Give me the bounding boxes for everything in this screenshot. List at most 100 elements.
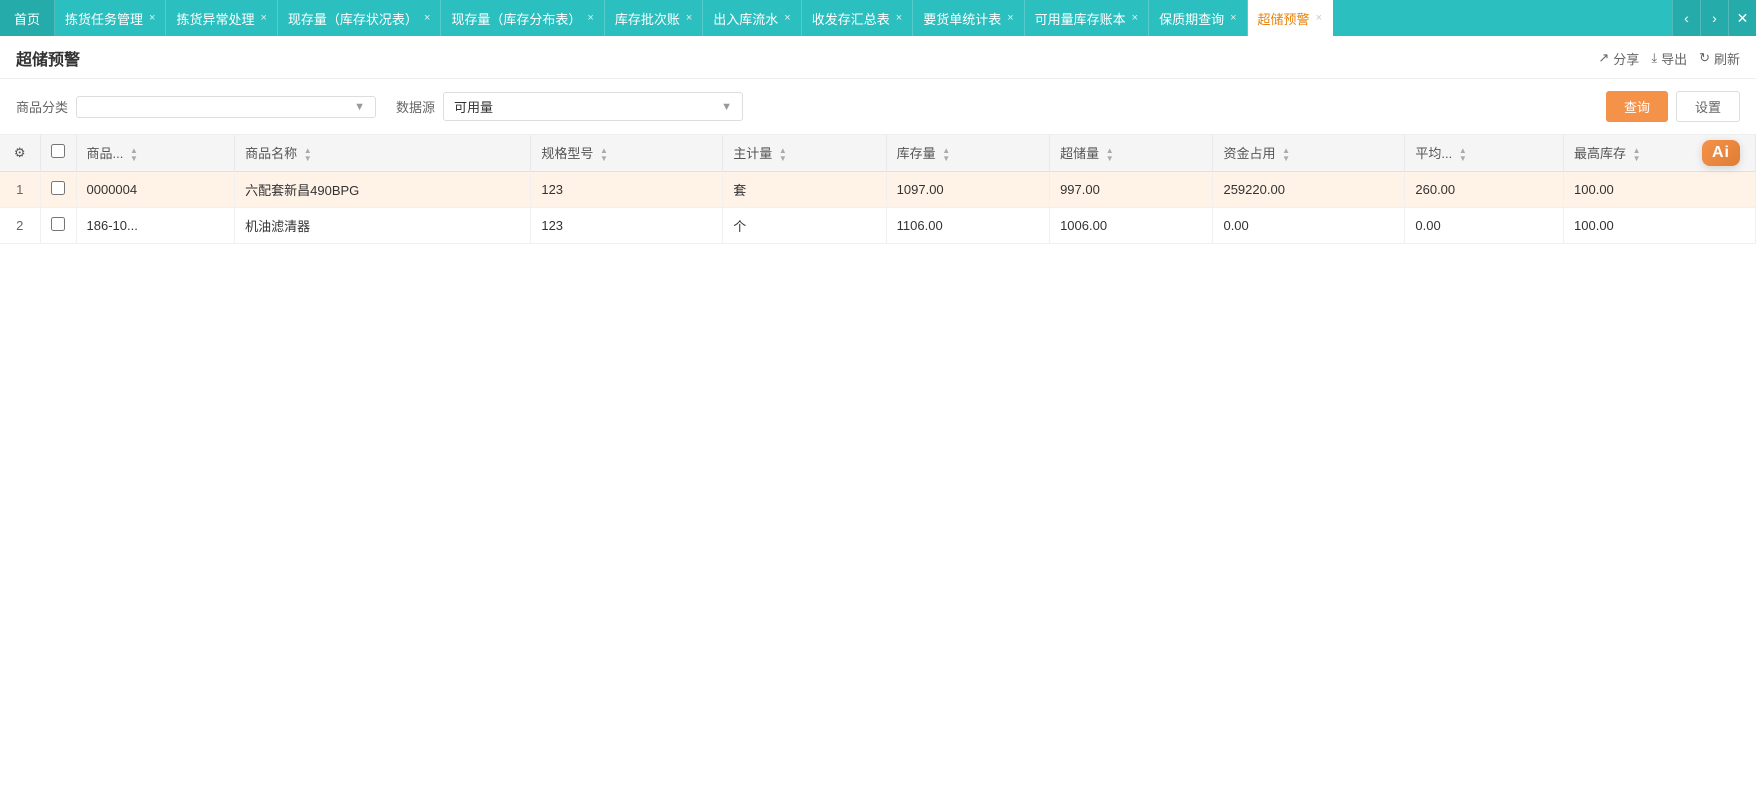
- col-stock-sort: ▲▼: [942, 147, 950, 163]
- nav-tab-tab-11[interactable]: 超储预警 ×: [1248, 0, 1333, 36]
- col-over-header[interactable]: 超储量 ▲▼: [1050, 135, 1213, 171]
- tab-label: 超储预警: [1258, 9, 1310, 28]
- col-stock-header[interactable]: 库存量 ▲▼: [886, 135, 1049, 171]
- nav-home[interactable]: 首页: [0, 0, 55, 36]
- nav-tab-tab-3[interactable]: 现存量（库存状况表）×: [278, 0, 441, 36]
- page-title: 超储预警: [16, 46, 80, 70]
- col-code-sort: ▲▼: [130, 147, 138, 163]
- tab-close-icon[interactable]: ×: [260, 12, 266, 24]
- filter-row: 商品分类 ▼ 数据源 可用量 ▼ 查询 设置: [0, 79, 1756, 135]
- col-checkbox-header: [40, 135, 76, 171]
- tab-close-icon[interactable]: ×: [784, 12, 790, 24]
- col-unit-label: 主计量: [733, 146, 772, 161]
- nav-close-arrow[interactable]: ✕: [1728, 0, 1756, 36]
- nav-tab-tab-9[interactable]: 可用量库存账本×: [1025, 0, 1149, 36]
- col-gear[interactable]: ⚙: [0, 135, 40, 171]
- refresh-button[interactable]: ↻ 刷新: [1699, 49, 1740, 68]
- col-capital-sort: ▲▼: [1282, 147, 1290, 163]
- row-spec: 123: [531, 207, 723, 243]
- ai-badge[interactable]: Ai: [1702, 140, 1740, 166]
- share-label: 分享: [1613, 49, 1639, 68]
- row-number: 1: [0, 171, 40, 207]
- col-unit-sort: ▲▼: [779, 147, 787, 163]
- tab-label: 保质期查询: [1159, 9, 1224, 28]
- nav-tab-tab-1[interactable]: 拣货任务管理 ×: [55, 0, 166, 36]
- home-label: 首页: [14, 9, 40, 28]
- query-button[interactable]: 查询: [1606, 91, 1668, 122]
- col-spec-header[interactable]: 规格型号 ▲▼: [531, 135, 723, 171]
- col-capital-label: 资金占用: [1223, 146, 1275, 161]
- export-button[interactable]: ⤓ 导出: [1651, 49, 1687, 68]
- tab-close-icon[interactable]: ×: [424, 12, 430, 24]
- col-max-label: 最高库存: [1574, 146, 1626, 161]
- nav-tab-tab-10[interactable]: 保质期查询 ×: [1149, 0, 1247, 36]
- tab-close-icon[interactable]: ×: [1132, 12, 1138, 24]
- tab-close-icon[interactable]: ×: [587, 12, 593, 24]
- nav-tab-tab-6[interactable]: 出入库流水 ×: [703, 0, 801, 36]
- tab-label: 要货单统计表: [923, 9, 1001, 28]
- tab-close-icon[interactable]: ×: [686, 12, 692, 24]
- nav-prev-arrow[interactable]: ‹: [1672, 0, 1700, 36]
- col-stock-label: 库存量: [897, 146, 936, 161]
- filter-actions: 查询 设置: [1606, 91, 1740, 122]
- datasource-select[interactable]: 可用量 ▼: [443, 92, 743, 121]
- col-over-sort: ▲▼: [1106, 147, 1114, 163]
- tab-close-icon[interactable]: ×: [1316, 12, 1322, 24]
- col-name-header[interactable]: 商品名称 ▲▼: [235, 135, 531, 171]
- col-avg-label: 平均...: [1415, 146, 1452, 161]
- row-number: 2: [0, 207, 40, 243]
- tab-close-icon[interactable]: ×: [1230, 12, 1236, 24]
- col-spec-label: 规格型号: [541, 146, 593, 161]
- col-name-sort: ▲▼: [304, 147, 312, 163]
- nav-tab-tab-8[interactable]: 要货单统计表 ×: [913, 0, 1024, 36]
- col-capital-header[interactable]: 资金占用 ▲▼: [1213, 135, 1405, 171]
- table-body: 1 0000004 六配套新昌490BPG 123 套 1097.00 997.…: [0, 171, 1756, 243]
- tab-label: 现存量（库存分布表）: [451, 9, 581, 28]
- tab-close-icon[interactable]: ×: [896, 12, 902, 24]
- row-code: 186-10...: [76, 207, 235, 243]
- datasource-dropdown-arrow: ▼: [721, 101, 732, 113]
- export-icon: ⤓: [1651, 50, 1657, 66]
- nav-tab-tab-2[interactable]: 拣货异常处理 ×: [166, 0, 277, 36]
- tab-label: 出入库流水: [713, 9, 778, 28]
- col-unit-header[interactable]: 主计量 ▲▼: [723, 135, 886, 171]
- col-avg-header[interactable]: 平均... ▲▼: [1405, 135, 1564, 171]
- row-code: 0000004: [76, 171, 235, 207]
- row-checkbox[interactable]: [51, 181, 65, 195]
- category-dropdown-arrow: ▼: [354, 101, 365, 113]
- table-row: 1 0000004 六配套新昌490BPG 123 套 1097.00 997.…: [0, 171, 1756, 207]
- tab-close-icon[interactable]: ×: [1007, 12, 1013, 24]
- select-all-checkbox[interactable]: [51, 144, 65, 158]
- row-over: 997.00: [1050, 171, 1213, 207]
- data-table: ⚙ 商品... ▲▼ 商品名称 ▲▼ 规格型号 ▲▼ 主计: [0, 135, 1756, 244]
- refresh-label: 刷新: [1714, 49, 1740, 68]
- tab-close-icon[interactable]: ×: [149, 12, 155, 24]
- category-select[interactable]: ▼: [76, 96, 376, 118]
- row-checkbox-cell: [40, 171, 76, 207]
- tab-label: 拣货任务管理: [65, 9, 143, 28]
- category-filter-group: 商品分类 ▼: [16, 96, 376, 118]
- col-code-header[interactable]: 商品... ▲▼: [76, 135, 235, 171]
- row-checkbox[interactable]: [51, 217, 65, 231]
- nav-tab-tab-5[interactable]: 库存批次账×: [605, 0, 703, 36]
- export-label: 导出: [1661, 49, 1687, 68]
- nav-next-arrow[interactable]: ›: [1700, 0, 1728, 36]
- settings-button[interactable]: 设置: [1676, 91, 1740, 122]
- row-checkbox-cell: [40, 207, 76, 243]
- datasource-label: 数据源: [396, 97, 435, 116]
- tab-label: 拣货异常处理: [176, 9, 254, 28]
- data-table-container: ⚙ 商品... ▲▼ 商品名称 ▲▼ 规格型号 ▲▼ 主计: [0, 135, 1756, 244]
- share-button[interactable]: ↗ 分享: [1598, 49, 1639, 68]
- header-actions: ↗ 分享 ⤓ 导出 ↻ 刷新: [1598, 49, 1740, 68]
- tab-label: 收发存汇总表: [812, 9, 890, 28]
- row-unit: 套: [723, 171, 886, 207]
- nav-arrows: ‹ › ✕: [1672, 0, 1756, 36]
- table-header: ⚙ 商品... ▲▼ 商品名称 ▲▼ 规格型号 ▲▼ 主计: [0, 135, 1756, 171]
- nav-tab-tab-7[interactable]: 收发存汇总表 ×: [802, 0, 913, 36]
- col-name-label: 商品名称: [245, 146, 297, 161]
- row-name: 机油滤清器: [235, 207, 531, 243]
- row-capital: 259220.00: [1213, 171, 1405, 207]
- nav-tab-tab-4[interactable]: 现存量（库存分布表） ×: [441, 0, 604, 36]
- row-over: 1006.00: [1050, 207, 1213, 243]
- category-label: 商品分类: [16, 97, 68, 116]
